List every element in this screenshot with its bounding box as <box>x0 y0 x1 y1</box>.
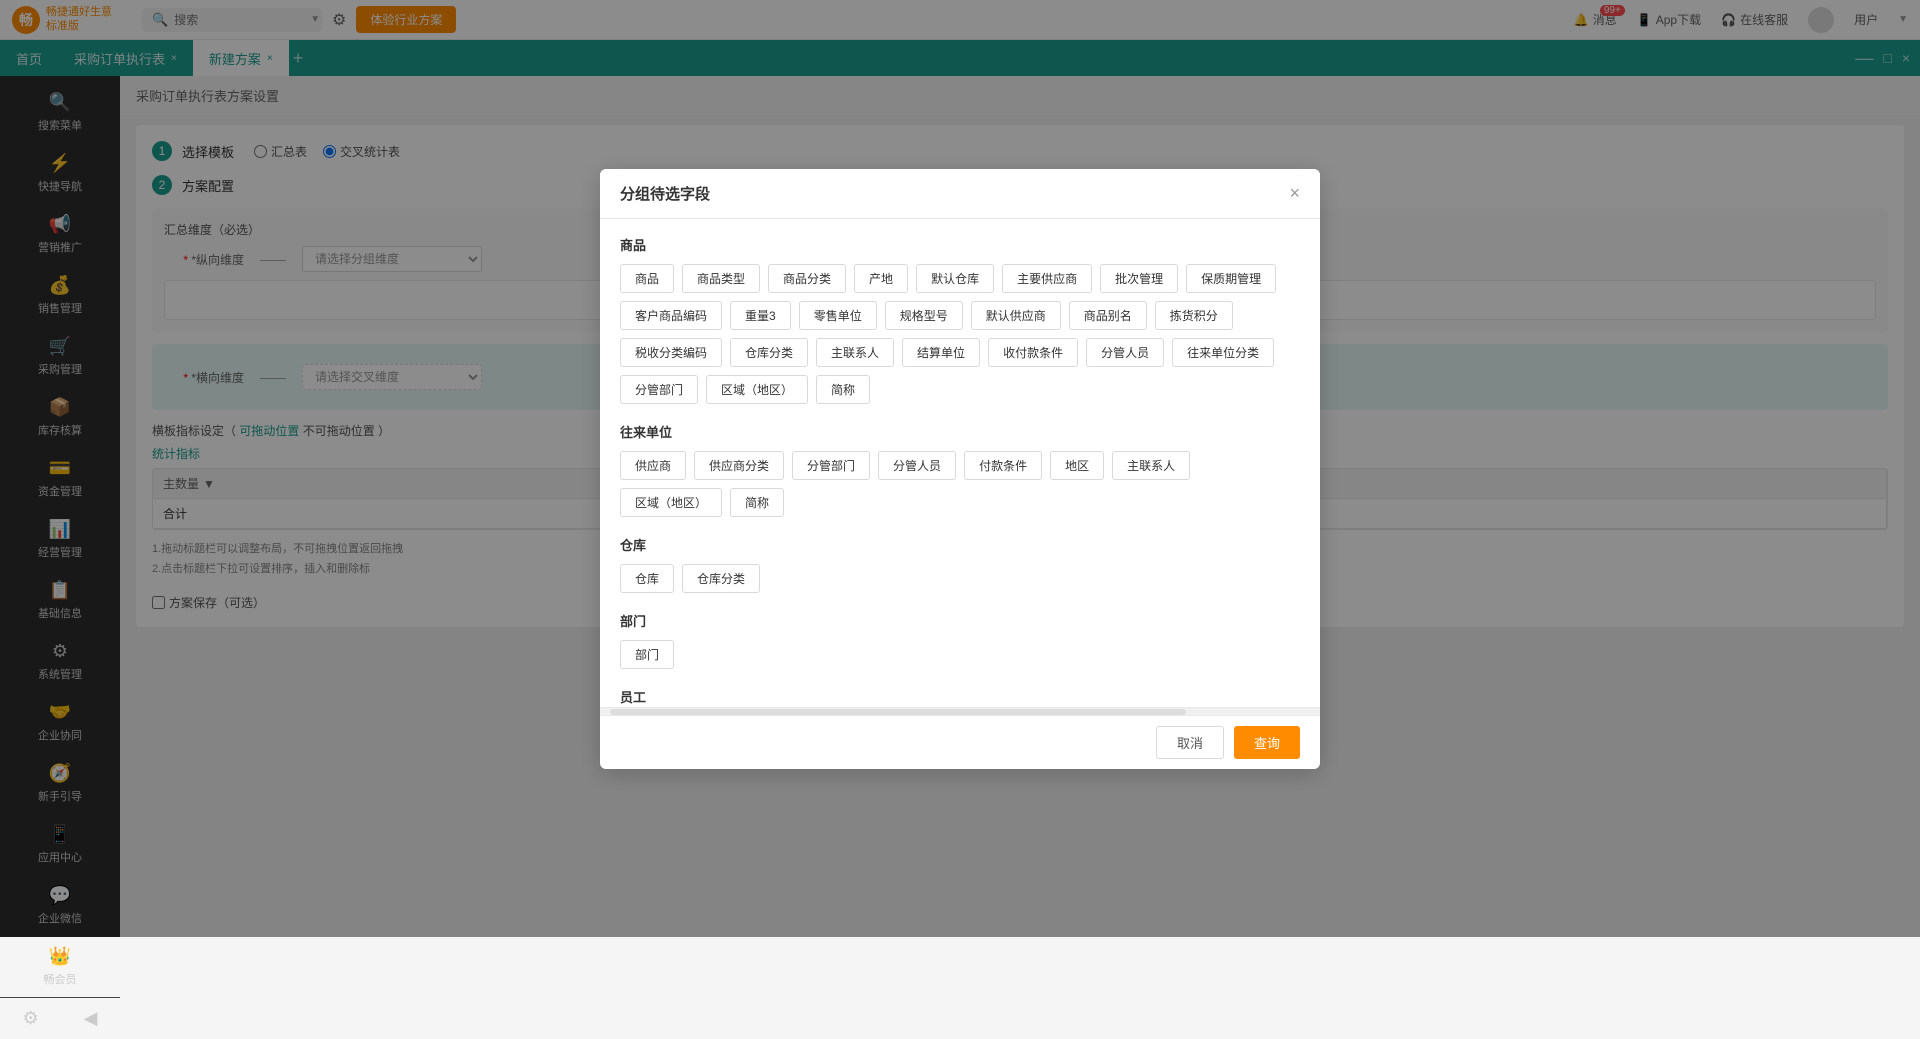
department-section-title: 部门 <box>620 611 1300 630</box>
field-tag-supervisor[interactable]: 分管人员 <box>1086 338 1164 367</box>
field-tag-partner-category[interactable]: 往来单位分类 <box>1172 338 1274 367</box>
field-tag-partner-dept[interactable]: 分管部门 <box>792 451 870 480</box>
field-tag-shelf-life[interactable]: 保质期管理 <box>1186 264 1276 293</box>
vip-icon: 👑 <box>49 946 71 967</box>
field-tag-dept[interactable]: 分管部门 <box>620 375 698 404</box>
department-section: 部门 部门 <box>620 611 1300 669</box>
modal-title: 分组待选字段 <box>620 183 710 204</box>
modal-horizontal-scrollbar[interactable] <box>600 707 1320 715</box>
field-tag-default-warehouse[interactable]: 默认仓库 <box>916 264 994 293</box>
field-tag-partner-contact[interactable]: 主联系人 <box>1112 451 1190 480</box>
field-tag-partner-region[interactable]: 区域（地区） <box>620 488 722 517</box>
product-section: 商品 商品 商品类型 商品分类 产地 默认仓库 主要供应商 批次管理 保质期管理… <box>620 235 1300 404</box>
field-tag-supplier-category[interactable]: 供应商分类 <box>694 451 784 480</box>
partner-section: 往来单位 供应商 供应商分类 分管部门 分管人员 付款条件 地区 主联系人 区域… <box>620 422 1300 517</box>
field-tag-supplier[interactable]: 供应商 <box>620 451 686 480</box>
field-tag-area[interactable]: 地区 <box>1050 451 1104 480</box>
field-select-modal: 分组待选字段 × 商品 商品 商品类型 商品分类 产地 默认仓库 主要供应商 批… <box>600 169 1320 769</box>
modal-footer: 取消 查询 <box>600 715 1320 769</box>
field-tag-partner-supervisor[interactable]: 分管人员 <box>878 451 956 480</box>
field-tag-product[interactable]: 商品 <box>620 264 674 293</box>
product-field-tags: 商品 商品类型 商品分类 产地 默认仓库 主要供应商 批次管理 保质期管理 客户… <box>620 264 1300 404</box>
field-tag-customer-code[interactable]: 客户商品编码 <box>620 301 722 330</box>
modal-header: 分组待选字段 × <box>600 169 1320 219</box>
field-tag-retail-unit[interactable]: 零售单位 <box>799 301 877 330</box>
field-tag-product-type[interactable]: 商品类型 <box>682 264 760 293</box>
field-tag-payment-cond[interactable]: 付款条件 <box>964 451 1042 480</box>
field-tag-abbrev[interactable]: 简称 <box>816 375 870 404</box>
field-tag-department[interactable]: 部门 <box>620 640 674 669</box>
field-tag-region[interactable]: 区域（地区） <box>706 375 808 404</box>
field-tag-main-contact[interactable]: 主联系人 <box>816 338 894 367</box>
field-tag-warehouse-cat[interactable]: 仓库分类 <box>682 564 760 593</box>
field-tag-settlement-unit[interactable]: 结算单位 <box>902 338 980 367</box>
field-tag-weight3[interactable]: 重量3 <box>730 301 791 330</box>
field-tag-pick-score[interactable]: 拣货积分 <box>1155 301 1233 330</box>
employee-section-title: 员工 <box>620 687 1300 706</box>
department-field-tags: 部门 <box>620 640 1300 669</box>
cancel-button[interactable]: 取消 <box>1156 726 1224 759</box>
sidebar-bottom: ⚙ ◀ <box>0 997 120 1039</box>
sidebar-collapse-icon[interactable]: ◀ <box>84 1008 98 1029</box>
partner-field-tags: 供应商 供应商分类 分管部门 分管人员 付款条件 地区 主联系人 区域（地区） … <box>620 451 1300 517</box>
employee-section: 员工 业务员 <box>620 687 1300 707</box>
field-tag-payment-terms[interactable]: 收付款条件 <box>988 338 1078 367</box>
warehouse-field-tags: 仓库 仓库分类 <box>620 564 1300 593</box>
modal-close-button[interactable]: × <box>1289 183 1300 204</box>
field-tag-warehouse[interactable]: 仓库 <box>620 564 674 593</box>
scrollbar-thumb <box>610 709 1186 715</box>
field-tag-origin[interactable]: 产地 <box>854 264 908 293</box>
warehouse-section-title: 仓库 <box>620 535 1300 554</box>
field-tag-product-alias[interactable]: 商品别名 <box>1069 301 1147 330</box>
field-tag-tax-code[interactable]: 税收分类编码 <box>620 338 722 367</box>
sidebar-item-vip[interactable]: 👑 畅会员 <box>0 936 120 997</box>
sidebar-item-vip-label: 畅会员 <box>44 971 77 987</box>
field-tag-product-category[interactable]: 商品分类 <box>768 264 846 293</box>
modal-body[interactable]: 商品 商品 商品类型 商品分类 产地 默认仓库 主要供应商 批次管理 保质期管理… <box>600 219 1320 707</box>
product-section-title: 商品 <box>620 235 1300 254</box>
field-tag-partner-abbrev[interactable]: 简称 <box>730 488 784 517</box>
field-tag-default-supplier[interactable]: 默认供应商 <box>971 301 1061 330</box>
sidebar-settings-icon[interactable]: ⚙ <box>23 1008 39 1029</box>
field-tag-spec-model[interactable]: 规格型号 <box>885 301 963 330</box>
field-tag-batch-mgmt[interactable]: 批次管理 <box>1100 264 1178 293</box>
field-tag-main-supplier[interactable]: 主要供应商 <box>1002 264 1092 293</box>
partner-section-title: 往来单位 <box>620 422 1300 441</box>
field-tag-warehouse-category[interactable]: 仓库分类 <box>730 338 808 367</box>
warehouse-section: 仓库 仓库 仓库分类 <box>620 535 1300 593</box>
modal-overlay: 分组待选字段 × 商品 商品 商品类型 商品分类 产地 默认仓库 主要供应商 批… <box>0 0 1920 937</box>
confirm-button[interactable]: 查询 <box>1234 726 1300 759</box>
